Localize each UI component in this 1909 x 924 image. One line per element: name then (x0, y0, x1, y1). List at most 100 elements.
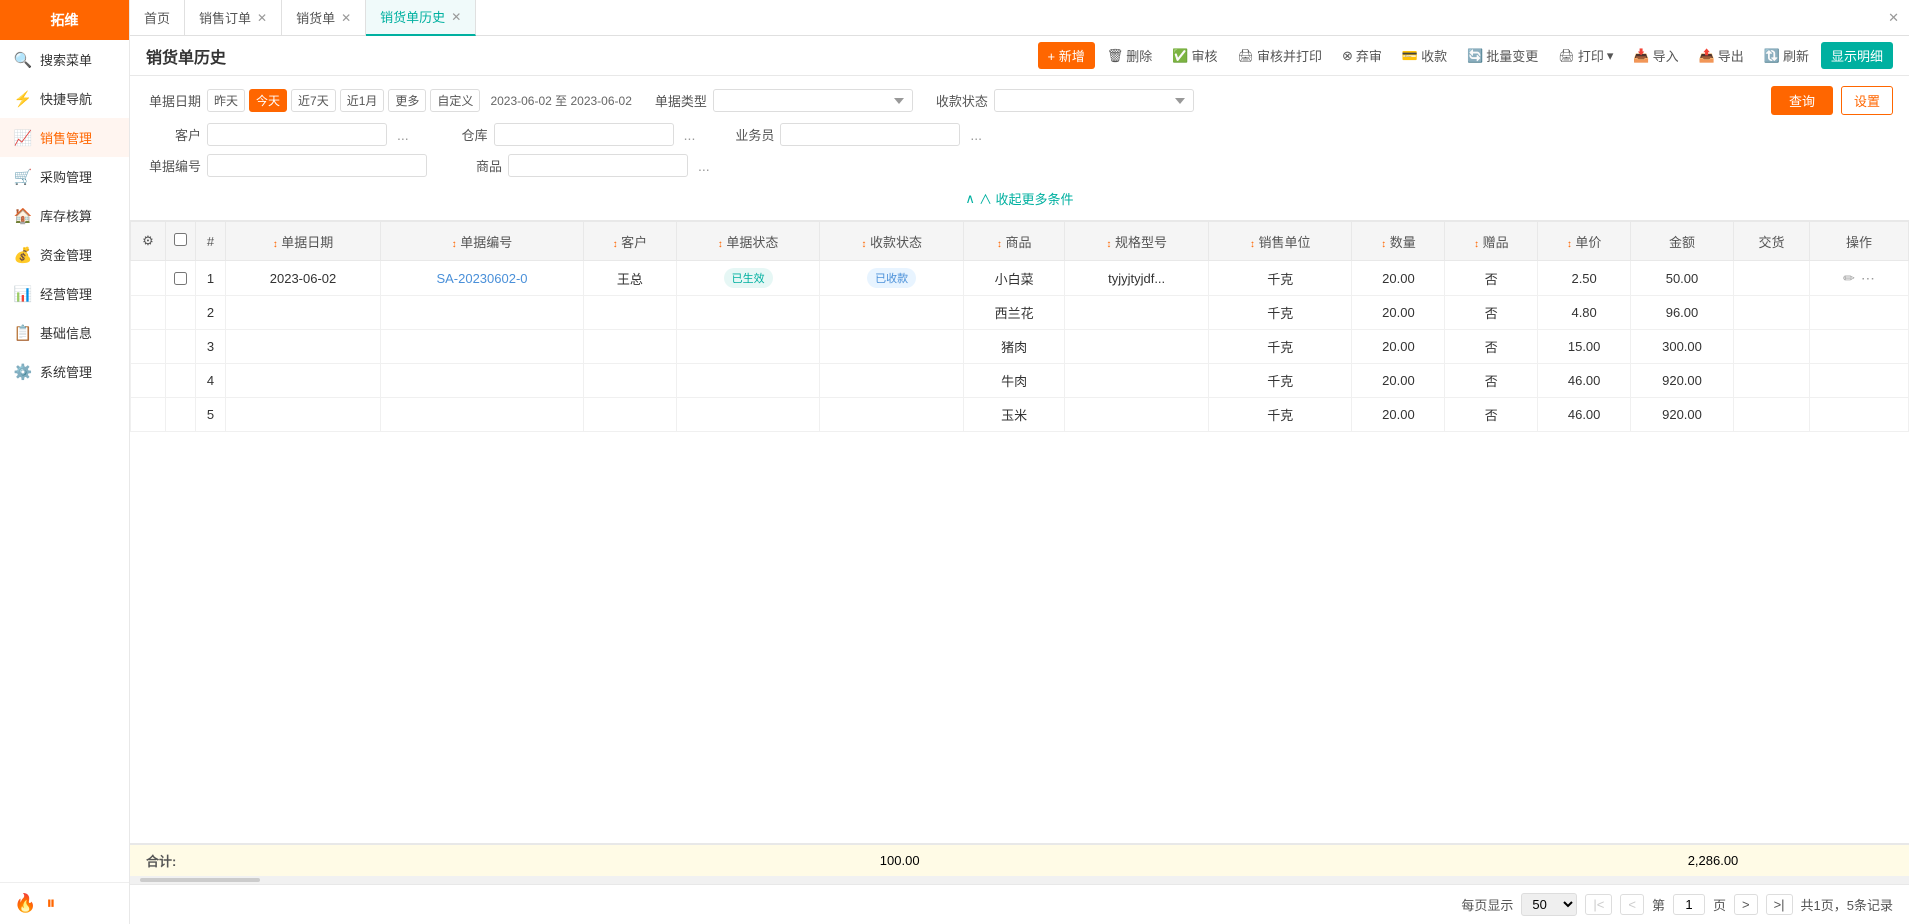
doc-no-link[interactable]: SA-20230602-0 (436, 271, 527, 286)
sidebar-item-search-menu[interactable]: 🔍 搜索菜单 (0, 40, 129, 79)
row-checkbox-cell (166, 398, 196, 432)
sidebar-item-base-info[interactable]: 📋 基础信息 (0, 313, 129, 352)
setting-button[interactable]: 设置 (1841, 86, 1893, 115)
sort-doc-no-icon[interactable]: ↕ (452, 239, 457, 250)
salesman-ellipsis-button[interactable]: ... (966, 127, 986, 143)
row-no-cell: 1 (196, 261, 226, 296)
pause-icon[interactable]: ⏸ (46, 893, 55, 914)
close-all-tabs-icon[interactable]: ✕ (1888, 10, 1899, 26)
salesman-input[interactable] (780, 123, 960, 146)
row-no-column-header: # (196, 222, 226, 261)
tab-home[interactable]: 首页 (130, 0, 185, 36)
sidebar-item-fund-mgmt[interactable]: 💰 资金管理 (0, 235, 129, 274)
sort-spec-icon[interactable]: ↕ (1106, 239, 1111, 250)
date-range-display: 2023-06-02 至 2023-06-02 (490, 92, 631, 109)
sort-goods-icon[interactable]: ↕ (997, 239, 1002, 250)
delete-button[interactable]: 🗑 删除 (1099, 42, 1161, 69)
sort-gift-icon[interactable]: ↕ (1474, 239, 1479, 250)
customer-input[interactable] (207, 123, 387, 146)
warehouse-ellipsis-button[interactable]: ... (680, 127, 700, 143)
audit-print-button[interactable]: 🖨 审核并打印 (1229, 42, 1330, 69)
tab-sales-order[interactable]: 销售订单 ✕ (185, 0, 282, 36)
close-tab-sales-order-icon[interactable]: ✕ (257, 11, 267, 25)
row-unit-cell: 千克 (1208, 296, 1352, 330)
row-gift-cell: 否 (1445, 330, 1538, 364)
collapse-button[interactable]: ∧ ∧ 收起更多条件 (146, 185, 1893, 212)
collect-button[interactable]: 💳 收款 (1394, 42, 1455, 69)
row-transaction-cell (1733, 261, 1809, 296)
import-button[interactable]: 📥 导入 (1625, 42, 1686, 69)
date-filter-field: 单据日期 昨天 今天 近7天 近1月 更多 自定义 2023-06-02 至 2… (146, 89, 632, 112)
sort-doc-status-icon[interactable]: ↕ (718, 239, 723, 250)
first-page-button[interactable]: |< (1585, 894, 1612, 915)
row-checkbox[interactable] (174, 272, 187, 285)
collection-status-select[interactable] (994, 89, 1194, 112)
next-page-button[interactable]: > (1734, 894, 1758, 915)
doc-no-input[interactable] (207, 154, 427, 177)
sort-customer-icon[interactable]: ↕ (613, 239, 618, 250)
edit-icon[interactable]: ✏ (1843, 270, 1855, 286)
abandon-button[interactable]: ⊗ 弃审 (1334, 42, 1390, 69)
date-btn-more[interactable]: 更多 (388, 89, 426, 112)
doc-no-column-header: ↕ 单据编号 (381, 222, 584, 261)
column-settings-icon[interactable]: ⚙ (137, 230, 159, 252)
last-page-button[interactable]: >| (1766, 894, 1793, 915)
tab-sales-order-label: 销售订单 (199, 8, 251, 27)
sidebar-item-ops-mgmt[interactable]: 📊 经营管理 (0, 274, 129, 313)
print-icon: 🖨 (1558, 48, 1575, 64)
date-btn-custom[interactable]: 自定义 (430, 89, 480, 112)
spec-column-header: ↕ 规格型号 (1065, 222, 1209, 261)
sidebar-item-label: 系统管理 (40, 362, 92, 381)
select-all-checkbox[interactable] (174, 233, 187, 246)
more-icon[interactable]: ⋯ (1861, 270, 1875, 286)
date-btn-7days[interactable]: 近7天 (291, 89, 336, 112)
doc-type-select[interactable] (713, 89, 913, 112)
new-button[interactable]: + 新增 (1038, 42, 1095, 69)
sidebar-item-purchase-mgmt[interactable]: 🛒 采购管理 (0, 157, 129, 196)
sort-qty-icon[interactable]: ↕ (1381, 239, 1386, 250)
row-settings-cell (131, 296, 166, 330)
tab-sales-history[interactable]: 销货单历史 ✕ (366, 0, 476, 36)
sidebar-item-inventory-calc[interactable]: 🏠 库存核算 (0, 196, 129, 235)
sort-collection-icon[interactable]: ↕ (861, 239, 866, 250)
refresh-button[interactable]: 🔃 刷新 (1756, 42, 1817, 69)
row-gift-cell: 否 (1445, 398, 1538, 432)
batch-change-button[interactable]: 🔄 批量变更 (1459, 42, 1546, 69)
print-dropdown-icon[interactable]: ▾ (1607, 48, 1614, 64)
row-settings-cell (131, 364, 166, 398)
row-transaction-cell (1733, 364, 1809, 398)
date-btn-yesterday[interactable]: 昨天 (207, 89, 245, 112)
audit-button[interactable]: ✅ 审核 (1164, 42, 1225, 69)
customer-column-header: ↕ 客户 (583, 222, 676, 261)
prev-page-button[interactable]: < (1620, 894, 1644, 915)
sort-price-icon[interactable]: ↕ (1567, 239, 1572, 250)
sort-doc-date-icon[interactable]: ↕ (273, 239, 278, 250)
collapse-icon: ∧ (965, 191, 975, 207)
export-button[interactable]: 📤 导出 (1691, 42, 1752, 69)
tab-sales-goods[interactable]: 销货单 ✕ (282, 0, 366, 36)
customer-ellipsis-button[interactable]: ... (393, 127, 413, 143)
warehouse-input[interactable] (494, 123, 674, 146)
tab-bar-end: ✕ (1888, 10, 1909, 26)
sidebar-item-sales-mgmt[interactable]: 📈 销售管理 (0, 118, 129, 157)
sidebar-item-quick-nav[interactable]: ⚡ 快捷导航 (0, 79, 129, 118)
page-number-input[interactable] (1673, 894, 1705, 915)
horizontal-scrollbar[interactable] (130, 876, 1909, 884)
close-tab-sales-goods-icon[interactable]: ✕ (341, 11, 351, 25)
goods-column-header: ↕ 商品 (963, 222, 1064, 261)
fire-icon[interactable]: 🔥 (14, 893, 36, 914)
goods-input[interactable] (508, 154, 688, 177)
print-button[interactable]: 🖨 打印 ▾ (1550, 42, 1621, 69)
query-button[interactable]: 查询 (1771, 86, 1833, 115)
per-page-select[interactable]: 50 100 (1521, 893, 1577, 916)
inventory-icon: 🏠 (14, 207, 32, 225)
row-collection-status-cell (820, 296, 964, 330)
goods-ellipsis-button[interactable]: ... (694, 158, 714, 174)
sort-unit-icon[interactable]: ↕ (1250, 239, 1255, 250)
date-btn-today[interactable]: 今天 (249, 89, 287, 112)
close-tab-sales-history-icon[interactable]: ✕ (451, 10, 461, 24)
show-detail-button[interactable]: 显示明细 (1821, 42, 1893, 69)
sidebar-item-sys-mgmt[interactable]: ⚙️ 系统管理 (0, 352, 129, 391)
date-btn-1month[interactable]: 近1月 (340, 89, 385, 112)
row-qty-cell: 20.00 (1352, 364, 1445, 398)
